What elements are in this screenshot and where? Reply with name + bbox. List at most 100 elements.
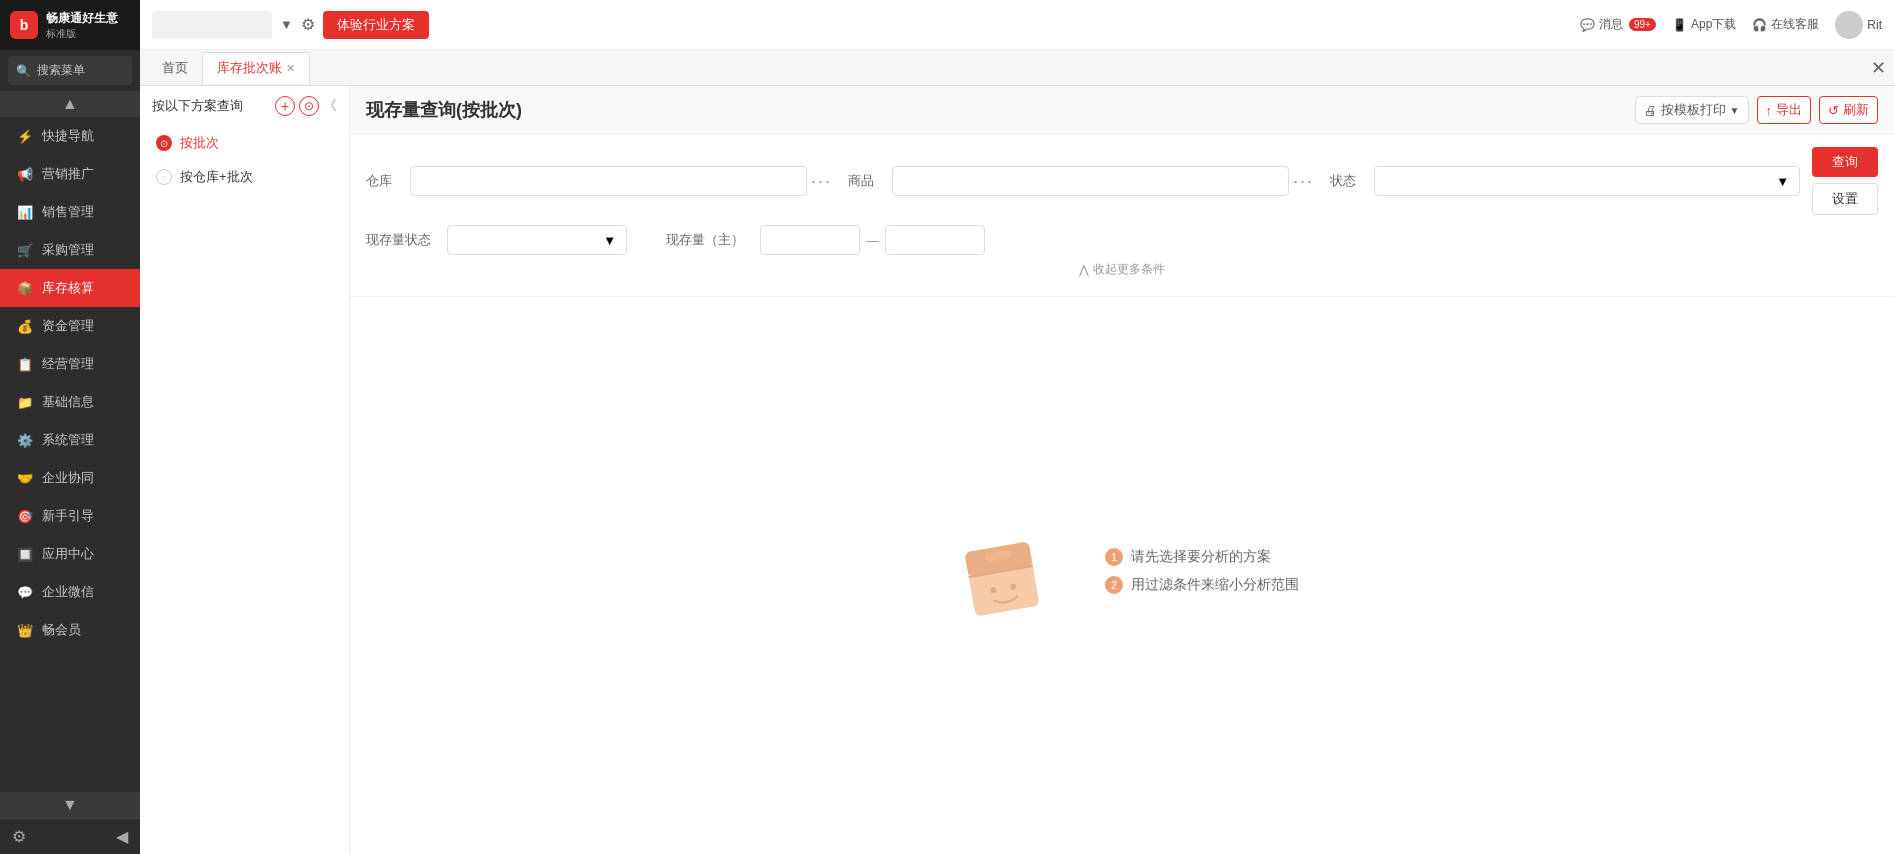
product-dots-btn[interactable]: ···: [1289, 171, 1318, 192]
guide-icon: 🎯: [16, 507, 34, 525]
stock-status-select[interactable]: ▼: [447, 225, 627, 255]
nav-label: 基础信息: [42, 393, 94, 411]
search-label: 搜索菜单: [37, 62, 85, 79]
tip-num-2: 2: [1105, 576, 1123, 594]
sidebar-search[interactable]: 🔍 搜索菜单: [8, 56, 132, 85]
product-input[interactable]: [892, 166, 1289, 196]
msg-label: 消息: [1599, 16, 1623, 33]
status-select[interactable]: ▼: [1374, 166, 1800, 196]
page-title: 现存量查询(按批次): [366, 98, 522, 122]
company-name: 畅康通好生意: [46, 10, 118, 27]
msg-badge: 99+: [1629, 18, 1656, 31]
scroll-up-btn[interactable]: ▲: [0, 91, 140, 117]
warehouse-label: 仓库: [366, 172, 402, 190]
nav-label: 快捷导航: [42, 127, 94, 145]
topbar-dropdown-btn[interactable]: ▼: [280, 17, 293, 32]
nav-label: 采购管理: [42, 241, 94, 259]
sales-icon: 📊: [16, 203, 34, 221]
exp-industry-btn[interactable]: 体验行业方案: [323, 11, 429, 39]
nav-label: 应用中心: [42, 545, 94, 563]
tabbar: 首页 库存批次账 ✕ ✕: [140, 50, 1894, 86]
plan-item-warehouse-batch[interactable]: ○ 按仓库+批次: [140, 160, 349, 194]
quick-icon: ⚡: [16, 127, 34, 145]
range-separator: —: [866, 233, 879, 248]
topbar-search-box[interactable]: [152, 11, 272, 39]
service-action[interactable]: 🎧 在线客服: [1752, 16, 1819, 33]
nav-label: 新手引导: [42, 507, 94, 525]
empty-state: 1 请先选择要分析的方案 2 用过滤条件来缩小分析范围: [350, 297, 1894, 854]
sidebar: b 畅康通好生意 标准版 🔍 搜索菜单 ▲ ⚡ 快捷导航 📢 营销推广 📊 销售…: [0, 0, 140, 854]
nav-label: 营销推广: [42, 165, 94, 183]
plan-item-batch[interactable]: ⊙ 按批次: [140, 126, 349, 160]
tip-text-1: 请先选择要分析的方案: [1131, 548, 1271, 566]
status-chevron-icon: ▼: [1776, 174, 1789, 189]
filter-section: 仓库 ··· 商品 ··· 状态 ▼: [350, 135, 1894, 297]
warehouse-dots-btn[interactable]: ···: [807, 171, 836, 192]
sidebar-item-system[interactable]: ⚙️ 系统管理: [0, 421, 140, 459]
enterprise-icon: 🤝: [16, 469, 34, 487]
topbar-gear-btn[interactable]: ⚙: [301, 15, 315, 34]
avatar: [1835, 11, 1863, 39]
collapse-more-btn[interactable]: ⋀ 收起更多条件: [366, 255, 1878, 284]
query-btn[interactable]: 查询: [1812, 147, 1878, 177]
tab-panel-close[interactable]: ✕: [1871, 57, 1886, 79]
scroll-down-btn[interactable]: ▼: [0, 792, 140, 818]
nav-label: 企业协同: [42, 469, 94, 487]
plan-settings-btn[interactable]: ⊙: [299, 96, 319, 116]
sidebar-item-member[interactable]: 👑 畅会员: [0, 611, 140, 649]
plan-label-batch: 按批次: [180, 134, 219, 152]
collapse-more-label: 收起更多条件: [1093, 261, 1165, 278]
sidebar-item-guide[interactable]: 🎯 新手引导: [0, 497, 140, 535]
sidebar-item-operation[interactable]: 📋 经营管理: [0, 345, 140, 383]
sidebar-item-purchase[interactable]: 🛒 采购管理: [0, 231, 140, 269]
tab-batch[interactable]: 库存批次账 ✕: [202, 52, 310, 84]
sidebar-item-wechat[interactable]: 💬 企业微信: [0, 573, 140, 611]
app-download-action[interactable]: 📱 App下载: [1672, 16, 1736, 33]
stock-status-label: 现存量状态: [366, 231, 431, 249]
close-panel-icon[interactable]: ✕: [1871, 58, 1886, 78]
collapse-panel-btn[interactable]: 《: [323, 97, 337, 115]
member-icon: 👑: [16, 621, 34, 639]
export-icon: ↑: [1766, 103, 1773, 118]
sidebar-item-marketing[interactable]: 📢 营销推广: [0, 155, 140, 193]
print-icon: 🖨: [1644, 103, 1657, 118]
empty-svg: [945, 516, 1065, 636]
sidebar-item-inventory[interactable]: 📦 库存核算: [0, 269, 140, 307]
empty-tips: 1 请先选择要分析的方案 2 用过滤条件来缩小分析范围: [1105, 548, 1299, 604]
stock-status-chevron-icon: ▼: [603, 233, 616, 248]
msg-icon: 💬: [1580, 18, 1595, 32]
tab-home[interactable]: 首页: [148, 53, 202, 83]
left-panel-header: 按以下方案查询 + ⊙ 《: [140, 86, 349, 122]
add-plan-btn[interactable]: +: [275, 96, 295, 116]
sidebar-item-apps[interactable]: 🔲 应用中心: [0, 535, 140, 573]
stock-from-input[interactable]: [760, 225, 860, 255]
plan-label-warehouse: 按仓库+批次: [180, 168, 253, 186]
sidebar-item-enterprise[interactable]: 🤝 企业协同: [0, 459, 140, 497]
warehouse-input[interactable]: [410, 166, 807, 196]
right-panel: 现存量查询(按批次) 🖨 按模板打印 ▼ ↑ 导出 ↺ 刷新: [350, 86, 1894, 854]
filter-row-1: 仓库 ··· 商品 ··· 状态 ▼: [366, 147, 1878, 215]
sidebar-item-finance[interactable]: 💰 资金管理: [0, 307, 140, 345]
scheme-query-label: 按以下方案查询: [152, 97, 243, 115]
settings-btn[interactable]: 设置: [1812, 183, 1878, 215]
sidebar-item-sales[interactable]: 📊 销售管理: [0, 193, 140, 231]
msg-action[interactable]: 💬 消息 99+: [1580, 16, 1656, 33]
stock-main-filter: 现存量（主） —: [666, 225, 985, 255]
stock-range: —: [760, 225, 985, 255]
collapse-sidebar-icon[interactable]: ◀: [116, 827, 128, 846]
sidebar-item-basic[interactable]: 📁 基础信息: [0, 383, 140, 421]
settings-icon[interactable]: ⚙: [12, 827, 26, 846]
sidebar-item-quick[interactable]: ⚡ 快捷导航: [0, 117, 140, 155]
print-dropdown-icon: ▼: [1730, 105, 1740, 116]
stock-to-input[interactable]: [885, 225, 985, 255]
nav-label: 资金管理: [42, 317, 94, 335]
export-btn[interactable]: ↑ 导出: [1757, 96, 1812, 124]
stock-main-label: 现存量（主）: [666, 231, 744, 249]
tab-batch-label: 库存批次账: [217, 59, 282, 77]
page-header-actions: 🖨 按模板打印 ▼ ↑ 导出 ↺ 刷新: [1635, 96, 1878, 124]
tab-close-btn[interactable]: ✕: [286, 62, 295, 75]
print-btn[interactable]: 🖨 按模板打印 ▼: [1635, 96, 1749, 124]
user-action[interactable]: Rit: [1835, 11, 1882, 39]
refresh-btn[interactable]: ↺ 刷新: [1819, 96, 1878, 124]
content-area: 按以下方案查询 + ⊙ 《 ⊙ 按批次 ○ 按仓库+批次: [140, 86, 1894, 854]
